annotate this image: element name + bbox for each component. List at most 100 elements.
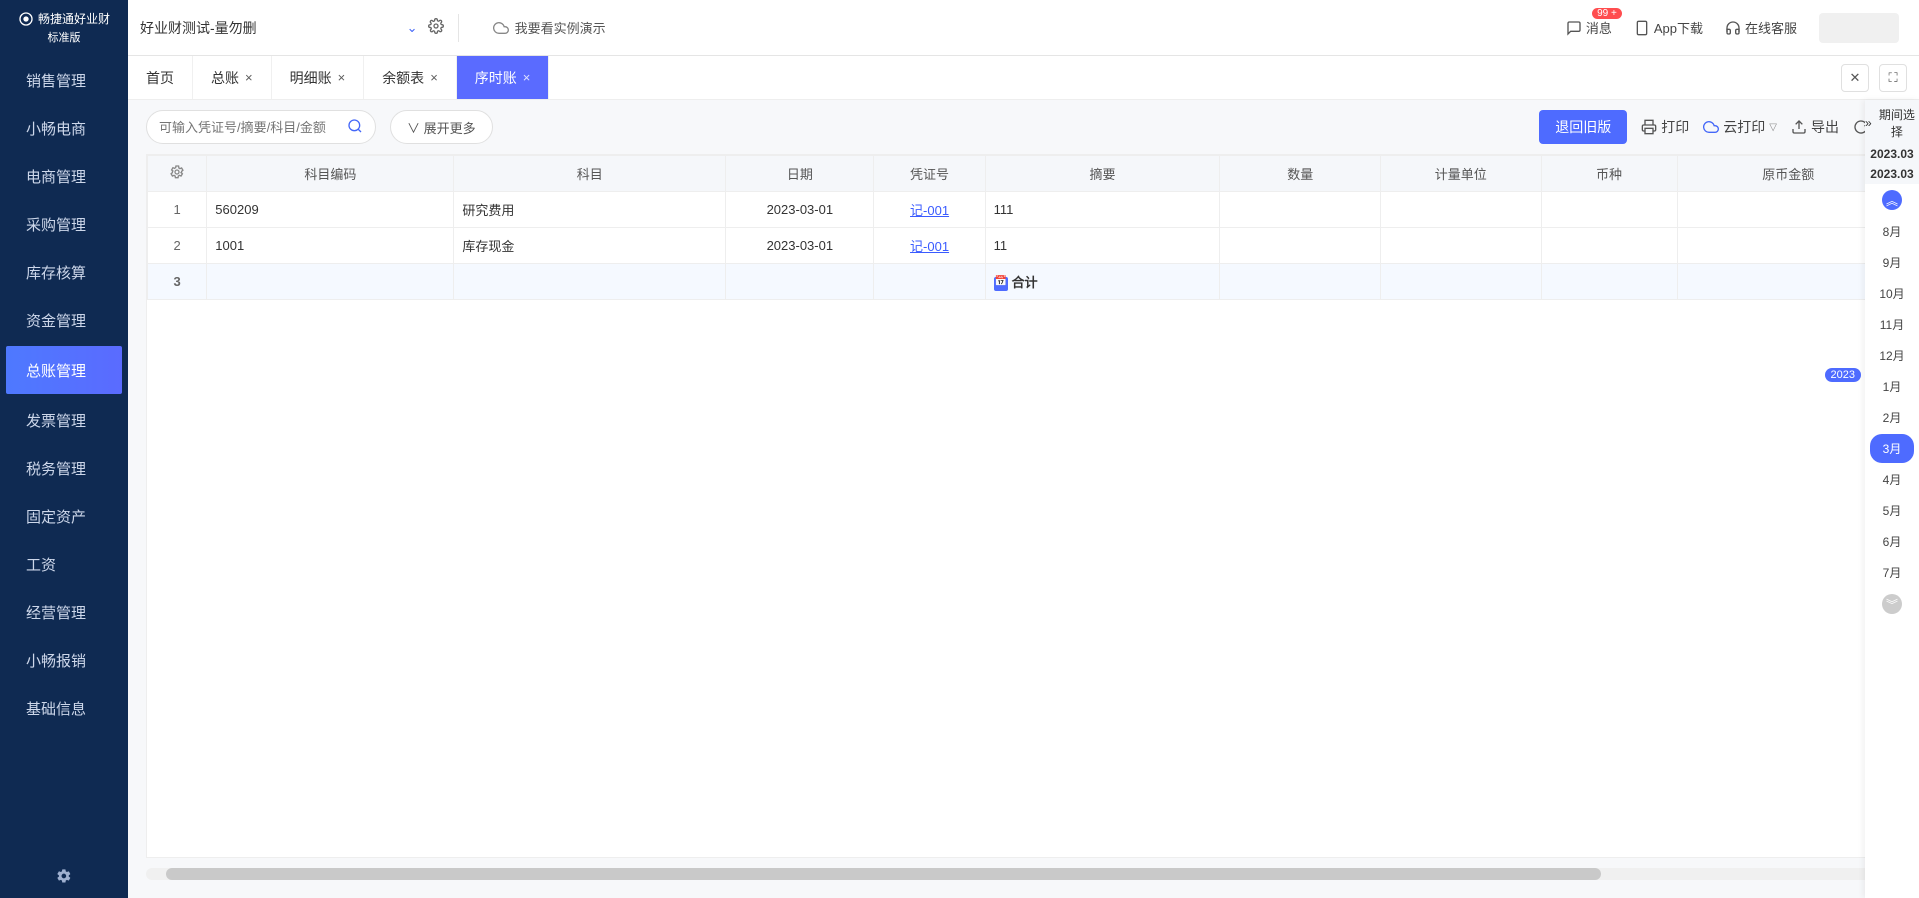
year-badge: 2023 <box>1825 368 1861 382</box>
toolbar: ∨ 展开更多 退回旧版 打印 云打印▽ 导出 刷新 <box>128 100 1919 154</box>
brand-block: 畅捷通好业财 标准版 <box>0 0 128 56</box>
settings-icon[interactable] <box>428 18 444 37</box>
cell-voucher: 记-001 <box>874 192 985 228</box>
sidebar-item-4[interactable]: 库存核算 <box>0 248 128 296</box>
sidebar-item-9[interactable]: 固定资产 <box>0 492 128 540</box>
period-month[interactable]: 8月 <box>1870 217 1914 246</box>
support-button[interactable]: 在线客服 <box>1725 18 1797 37</box>
col-unit[interactable]: 计量单位 <box>1381 156 1542 192</box>
user-avatar[interactable] <box>1819 13 1899 43</box>
cloud-print-icon <box>1703 119 1719 135</box>
sidebar-item-12[interactable]: 小畅报销 <box>0 636 128 684</box>
chevron-down-icon: ⌄ <box>407 20 418 36</box>
search-input[interactable] <box>159 120 347 135</box>
sidebar-item-3[interactable]: 采购管理 <box>0 200 128 248</box>
sidebar-item-6[interactable]: 总账管理 <box>6 346 122 394</box>
journal-table: 科目编码 科目 日期 凭证号 摘要 数量 计量单位 币种 原币金额 156020… <box>146 154 1901 858</box>
page-tabs: 首页总账×明细账×余额表×序时账× ✕ ⛶ <box>128 56 1919 100</box>
print-button[interactable]: 打印 <box>1641 117 1689 137</box>
period-month[interactable]: 6月 <box>1870 527 1914 556</box>
tab-3[interactable]: 余额表× <box>364 56 457 99</box>
tab-2[interactable]: 明细账× <box>272 56 365 99</box>
scrollbar-thumb[interactable] <box>166 868 1601 880</box>
voucher-link[interactable]: 记-001 <box>910 239 949 254</box>
demo-link[interactable]: 我要看实例演示 <box>493 18 606 37</box>
sidebar-item-13[interactable]: 基础信息 <box>0 684 128 732</box>
col-date[interactable]: 日期 <box>726 156 874 192</box>
horizontal-scrollbar[interactable] <box>146 868 1901 880</box>
row-index: 2 <box>148 228 207 264</box>
period-down-button[interactable]: ︾ <box>1882 594 1902 614</box>
fullscreen-button[interactable]: ⛶ <box>1879 64 1907 92</box>
close-tab-button[interactable]: ✕ <box>1841 64 1869 92</box>
period-month[interactable]: 7月 <box>1870 558 1914 587</box>
sidebar-item-11[interactable]: 经营管理 <box>0 588 128 636</box>
gear-icon <box>56 868 72 884</box>
sidebar-settings-button[interactable] <box>0 854 128 898</box>
messages-button[interactable]: 消息 99 + <box>1566 18 1612 37</box>
total-icon <box>994 277 1008 291</box>
col-summary[interactable]: 摘要 <box>985 156 1220 192</box>
table-row[interactable]: 21001库存现金2023-03-01记-00111 <box>148 228 1900 264</box>
voucher-link[interactable]: 记-001 <box>910 203 949 218</box>
headset-icon <box>1725 20 1741 36</box>
tab-1[interactable]: 总账× <box>193 56 272 99</box>
print-icon <box>1641 119 1657 135</box>
sidebar-item-0[interactable]: 销售管理 <box>0 56 128 104</box>
period-month[interactable]: 2月 <box>1870 403 1914 432</box>
phone-icon <box>1634 20 1650 36</box>
company-selector[interactable]: 好业财测试-量勿删 ⌄ <box>140 18 444 38</box>
cell-summary: 11 <box>985 228 1220 264</box>
col-qty[interactable]: 数量 <box>1220 156 1381 192</box>
tab-close-icon[interactable]: × <box>430 70 438 85</box>
col-subject[interactable]: 科目 <box>454 156 726 192</box>
search-box[interactable] <box>146 110 376 144</box>
cell-date: 2023-03-01 <box>726 192 874 228</box>
period-range-from[interactable]: 2023.03 <box>1865 144 1919 164</box>
period-month[interactable]: 9月 <box>1870 248 1914 277</box>
table-header-row: 科目编码 科目 日期 凭证号 摘要 数量 计量单位 币种 原币金额 <box>148 156 1900 192</box>
cell-date: 2023-03-01 <box>726 228 874 264</box>
period-month[interactable]: 11月 <box>1870 310 1914 339</box>
expand-more-button[interactable]: ∨ 展开更多 <box>390 110 493 144</box>
tab-4[interactable]: 序时账× <box>457 56 550 99</box>
period-month[interactable]: 10月 <box>1870 279 1914 308</box>
table-row[interactable]: 1560209研究费用2023-03-01记-001111 <box>148 192 1900 228</box>
col-voucher[interactable]: 凭证号 <box>874 156 985 192</box>
sidebar: 销售管理小畅电商电商管理采购管理库存核算资金管理总账管理发票管理税务管理固定资产… <box>0 56 128 898</box>
col-code[interactable]: 科目编码 <box>207 156 454 192</box>
tab-0[interactable]: 首页 <box>128 56 193 99</box>
column-config-header[interactable] <box>148 156 207 192</box>
period-month[interactable]: 5月 <box>1870 496 1914 525</box>
back-to-old-button[interactable]: 退回旧版 <box>1539 110 1627 144</box>
table-total-row: 3合计 <box>148 264 1900 300</box>
period-panel: » 期间选择 2023.03 2023.03 ︽ 8月9月10月11月12月1月… <box>1865 100 1919 898</box>
sidebar-item-10[interactable]: 工资 <box>0 540 128 588</box>
period-range-to[interactable]: 2023.03 <box>1865 164 1919 184</box>
sidebar-item-2[interactable]: 电商管理 <box>0 152 128 200</box>
tab-close-icon[interactable]: × <box>338 70 346 85</box>
sidebar-item-8[interactable]: 税务管理 <box>0 444 128 492</box>
brand-edition: 标准版 <box>48 29 81 45</box>
app-download-button[interactable]: App下载 <box>1634 18 1703 37</box>
search-icon[interactable] <box>347 118 363 137</box>
col-currency[interactable]: 币种 <box>1541 156 1677 192</box>
period-up-button[interactable]: ︽ <box>1882 190 1902 210</box>
sidebar-item-5[interactable]: 资金管理 <box>0 296 128 344</box>
sidebar-item-7[interactable]: 发票管理 <box>0 396 128 444</box>
period-month[interactable]: 1月 <box>1870 372 1914 401</box>
export-icon <box>1791 119 1807 135</box>
row-index: 1 <box>148 192 207 228</box>
company-name: 好业财测试-量勿删 <box>140 18 257 38</box>
collapse-icon: » <box>1865 116 1872 130</box>
export-button[interactable]: 导出 <box>1791 117 1839 137</box>
period-panel-title[interactable]: » 期间选择 <box>1865 100 1919 144</box>
period-month[interactable]: 12月 <box>1870 341 1914 370</box>
period-month[interactable]: 3月 <box>1870 434 1914 463</box>
tab-close-icon[interactable]: × <box>245 70 253 85</box>
tab-close-icon[interactable]: × <box>523 70 531 85</box>
cloud-print-button[interactable]: 云打印▽ <box>1703 117 1777 137</box>
sidebar-item-1[interactable]: 小畅电商 <box>0 104 128 152</box>
cell-code: 560209 <box>207 192 454 228</box>
period-month[interactable]: 4月 <box>1870 465 1914 494</box>
